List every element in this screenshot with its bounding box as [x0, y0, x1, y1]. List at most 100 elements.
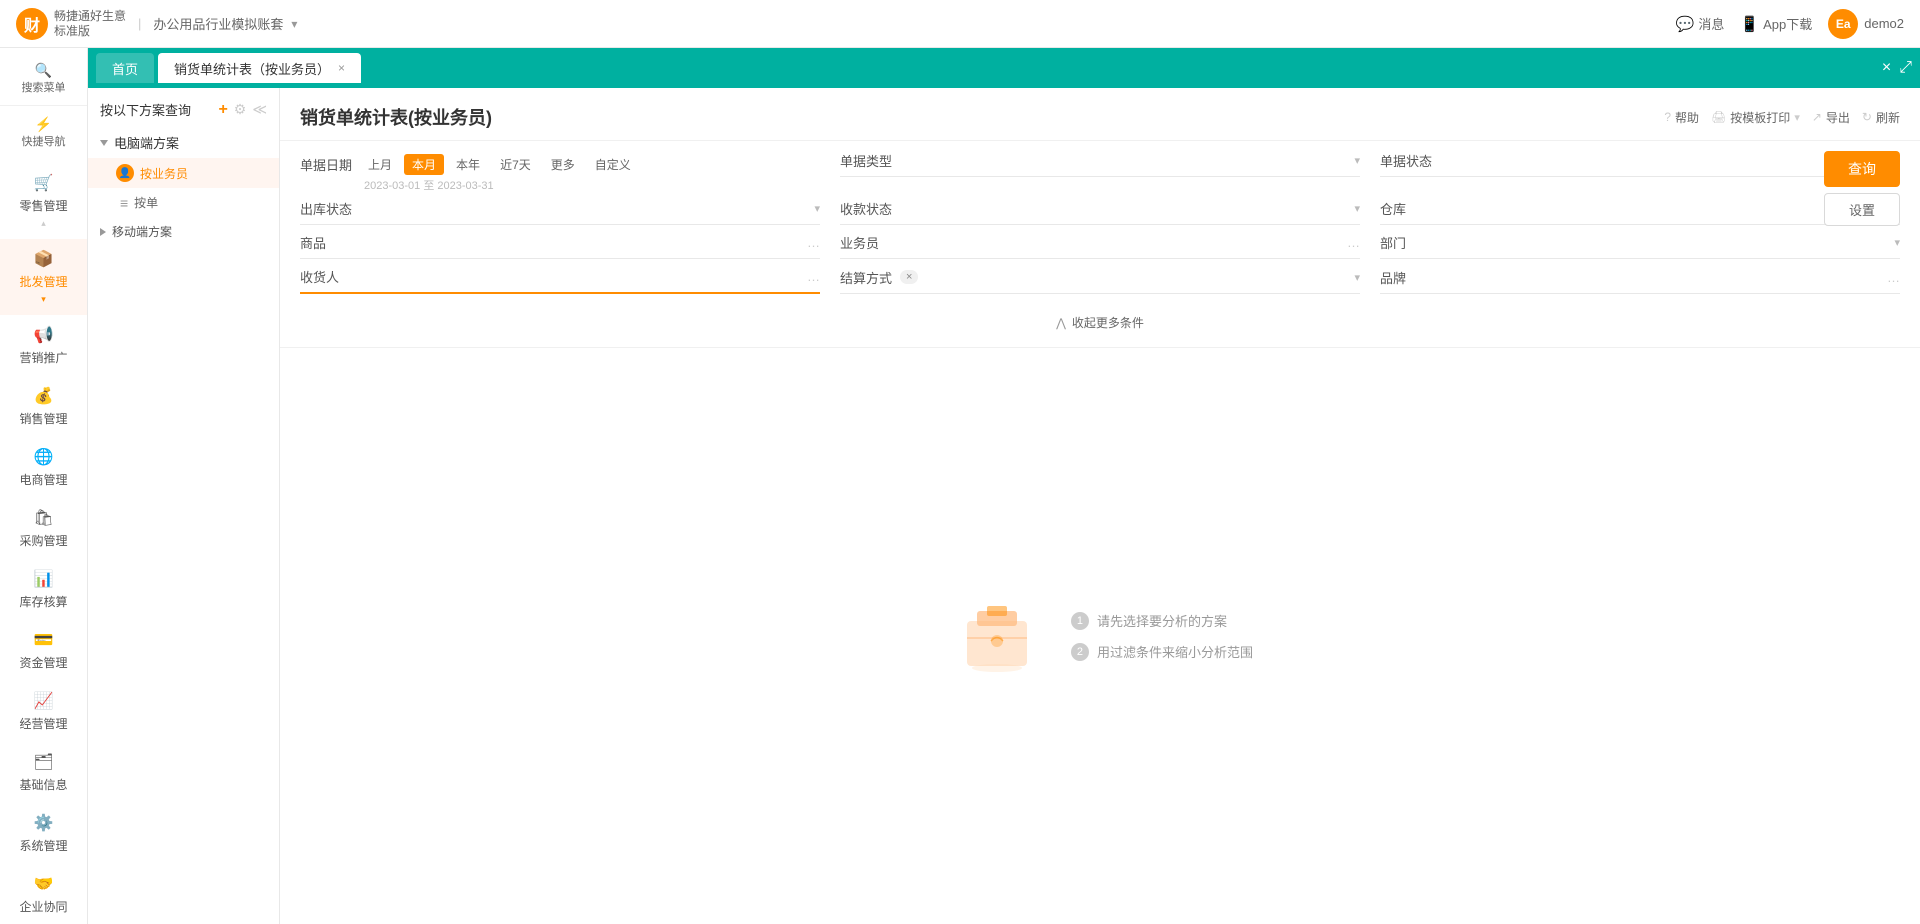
- tab-close-icon[interactable]: ×: [338, 61, 345, 75]
- sidebar: 🔍 搜索菜单 ⚡ 快捷导航 🛒 零售管理 ▴ 📦 批发管理 ▾: [0, 48, 88, 924]
- tip-text-2: 用过滤条件来缩小分析范围: [1097, 642, 1253, 661]
- collect-status-chevron[interactable]: ▾: [1354, 202, 1360, 215]
- date-tab-thismonth[interactable]: 本月: [404, 154, 444, 175]
- export-label: 导出: [1826, 109, 1850, 126]
- settings-schema-icon[interactable]: ⚙: [234, 101, 247, 119]
- sidebar-item-marketing-label: 营销推广: [19, 349, 67, 366]
- schema-group-mobile[interactable]: 移动端方案: [88, 217, 279, 246]
- filter-out-status: 出库状态 ▾: [300, 199, 820, 225]
- schema-group-mobile-label: 移动端方案: [112, 223, 172, 240]
- tab-sales-stat-label: 销货单统计表（按业务员）: [174, 59, 330, 78]
- print-btn[interactable]: 🖨 按模板打印 ▾: [1711, 109, 1800, 126]
- empty-tip-2: 2 用过滤条件来缩小分析范围: [1071, 642, 1253, 661]
- filter-collect-status: 收款状态 ▾: [840, 199, 1360, 225]
- settle-chevron[interactable]: ▾: [1354, 271, 1360, 284]
- tip-num-1: 1: [1071, 612, 1089, 630]
- schema-by-salesman[interactable]: 👤 按业务员: [88, 158, 279, 188]
- collapse-panel-icon[interactable]: ≪: [252, 101, 267, 119]
- sidebar-item-system[interactable]: ⚙️ 系统管理: [0, 803, 87, 864]
- goods-dots[interactable]: …: [807, 235, 820, 250]
- out-status-chevron[interactable]: ▾: [814, 202, 820, 215]
- goods-label: 商品: [300, 233, 326, 252]
- brand-dots[interactable]: …: [1887, 270, 1900, 285]
- refresh-btn[interactable]: ↻ 刷新: [1862, 109, 1900, 126]
- help-icon: ?: [1664, 110, 1671, 124]
- sidebar-item-retail[interactable]: 🛒 零售管理 ▴: [0, 163, 87, 239]
- sidebar-item-enterprise[interactable]: 🤝 企业协同: [0, 864, 87, 924]
- sidebar-item-enterprise-label: 企业协同: [19, 898, 67, 915]
- tab-maximize-btn[interactable]: ⤢: [1899, 59, 1912, 77]
- settle-tag-item[interactable]: ×: [900, 270, 918, 284]
- tab-home[interactable]: 首页: [96, 53, 154, 83]
- dept-label: 部门: [1380, 233, 1406, 252]
- shortcut-label: 快捷导航: [0, 133, 87, 149]
- settings-btn[interactable]: 设置: [1824, 193, 1900, 226]
- user-menu[interactable]: Ea demo2: [1828, 9, 1904, 39]
- schema-group-desktop-header[interactable]: 电脑端方案: [88, 127, 279, 158]
- sidebar-item-basic[interactable]: 🗂 基础信息: [0, 742, 87, 803]
- sidebar-search[interactable]: 🔍 搜索菜单: [0, 56, 87, 106]
- salesman-dots[interactable]: …: [1347, 235, 1360, 250]
- tab-bar: 首页 销货单统计表（按业务员） × × ⤢: [88, 48, 1920, 88]
- msg-action[interactable]: 💬 消息: [1676, 14, 1725, 33]
- sidebar-item-basic-label: 基础信息: [19, 776, 67, 793]
- doc-type-chevron[interactable]: ▾: [1354, 154, 1360, 167]
- export-btn[interactable]: ↗ 导出: [1812, 109, 1850, 126]
- print-label: 按模板打印: [1730, 109, 1790, 126]
- sidebar-item-inventory-label: 库存核算: [19, 593, 67, 610]
- schema-by-salesman-label: 按业务员: [140, 165, 188, 182]
- out-status-label: 出库状态: [300, 199, 352, 218]
- date-tab-custom[interactable]: 自定义: [587, 154, 639, 175]
- logo-text-line1: 畅捷通好生意: [54, 9, 126, 23]
- tab-home-label: 首页: [112, 59, 138, 78]
- settle-tag-x-icon[interactable]: ×: [906, 271, 912, 283]
- sidebar-item-system-label: 系统管理: [19, 837, 67, 854]
- date-tab-more[interactable]: 更多: [543, 154, 583, 175]
- filter-settle: 结算方式 × ▾: [840, 267, 1360, 294]
- help-btn[interactable]: ? 帮助: [1664, 109, 1699, 126]
- filter-brand: 品牌 …: [1380, 267, 1900, 294]
- tab-sales-stat[interactable]: 销货单统计表（按业务员） ×: [158, 53, 361, 83]
- sidebar-item-wholesale[interactable]: 📦 批发管理 ▾: [0, 239, 87, 315]
- sidebar-item-purchase-label: 采购管理: [19, 532, 67, 549]
- tip-text-1: 请先选择要分析的方案: [1097, 611, 1227, 630]
- app-download-action[interactable]: 📱 App下载: [1740, 14, 1812, 33]
- sidebar-shortcut-nav[interactable]: ⚡ 快捷导航: [0, 110, 87, 155]
- schema-by-order[interactable]: ≡ 按单: [88, 188, 279, 217]
- query-btn[interactable]: 查询: [1824, 151, 1900, 187]
- sidebar-item-inventory[interactable]: 📊 库存核算: [0, 559, 87, 620]
- filter-salesman: 业务员 …: [840, 233, 1360, 259]
- sidebar-item-marketing[interactable]: 📢 营销推广: [0, 315, 87, 376]
- collapse-btn-label: 收起更多条件: [1072, 314, 1144, 331]
- filter-dept: 部门 ▾: [1380, 233, 1900, 259]
- dept-chevron[interactable]: ▾: [1894, 236, 1900, 249]
- sidebar-item-operations[interactable]: 📈 经营管理: [0, 681, 87, 742]
- consignee-dots[interactable]: …: [807, 269, 820, 284]
- breadcrumb-dropdown[interactable]: ▾: [291, 17, 297, 31]
- help-label: 帮助: [1675, 109, 1699, 126]
- breadcrumb: 办公用品行业模拟账套: [153, 14, 283, 33]
- date-tab-lastmonth[interactable]: 上月: [360, 154, 400, 175]
- collapse-btn[interactable]: ⋀ 收起更多条件: [1048, 306, 1152, 339]
- sidebar-item-purchase[interactable]: 🛍 采购管理: [0, 498, 87, 559]
- sidebar-item-ecommerce-label: 电商管理: [19, 471, 67, 488]
- date-tab-thisyear[interactable]: 本年: [448, 154, 488, 175]
- sidebar-item-wholesale-label: 批发管理: [19, 273, 67, 290]
- tab-minimize-btn[interactable]: ×: [1882, 59, 1891, 77]
- app-logo: 财 畅捷通好生意 标准版: [16, 8, 126, 40]
- sidebar-item-ecommerce[interactable]: 🌐 电商管理: [0, 437, 87, 498]
- sidebar-item-operations-label: 经营管理: [19, 715, 67, 732]
- filter-goods: 商品 …: [300, 233, 820, 259]
- print-dropdown-icon[interactable]: ▾: [1794, 111, 1800, 124]
- mobile-expand-icon: [100, 228, 106, 236]
- schema-group-desktop: 电脑端方案 👤 按业务员 ≡ 按单: [88, 127, 279, 217]
- sidebar-item-finance[interactable]: 💳 资金管理: [0, 620, 87, 681]
- date-tab-7days[interactable]: 近7天: [492, 154, 539, 175]
- doc-status-label: 单据状态: [1380, 151, 1432, 170]
- schema-group-desktop-label: 电脑端方案: [114, 133, 179, 152]
- schema-by-order-label: 按单: [134, 194, 158, 211]
- sidebar-item-sales[interactable]: 💰 销售管理: [0, 376, 87, 437]
- filter-warehouse: 仓库 …: [1380, 199, 1900, 225]
- add-schema-icon[interactable]: +: [218, 101, 227, 119]
- filter-consignee: 收货人 …: [300, 267, 820, 294]
